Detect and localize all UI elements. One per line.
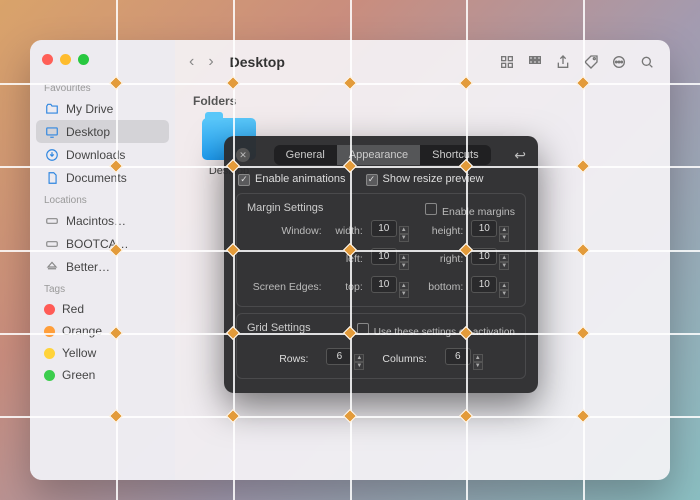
document-icon [44,170,59,185]
window-controls [36,50,169,77]
window-height-input[interactable]: 10 [471,220,497,237]
sidebar-item-documents[interactable]: Documents [36,166,169,189]
back-arrow-icon[interactable]: ↩ [514,147,526,164]
sidebar-item-macintosh[interactable]: Macintos… [36,209,169,232]
edge-left-input[interactable]: 10 [371,248,397,265]
zoom-icon[interactable] [78,54,89,65]
forward-button[interactable]: › [208,53,213,71]
sidebar-tag-orange[interactable]: Orange [36,320,169,342]
disk-icon [44,213,59,228]
disk-icon [44,236,59,251]
grid-settings-group: Grid Settings Use these settings on acti… [236,313,526,379]
search-button[interactable] [638,54,656,70]
folder-icon [44,101,59,116]
edge-right-input[interactable]: 10 [471,248,497,265]
action-button[interactable] [610,54,628,70]
group-button[interactable] [526,54,544,70]
sidebar-item-bootcamp[interactable]: BOOTCA… [36,232,169,255]
sidebar-item-desktop[interactable]: Desktop [36,120,169,143]
section-tags: Tags [36,278,169,298]
finder-sidebar: Favourites My Drive Desktop Downloads Do… [30,40,175,480]
close-icon[interactable] [42,54,53,65]
window-title: Desktop [230,54,285,70]
stepper[interactable]: ▲▼ [354,354,364,370]
window-width-input[interactable]: 10 [371,220,397,237]
enable-margins-checkbox[interactable]: Enable margins [425,203,515,218]
edge-bottom-input[interactable]: 10 [471,276,497,293]
stepper[interactable]: ▲▼ [399,282,409,298]
stepper[interactable]: ▲▼ [499,226,509,242]
back-button[interactable]: ‹ [189,53,194,71]
sidebar-tag-red[interactable]: Red [36,298,169,320]
tab-bar: General Appearance Shortcuts [274,145,491,165]
rows-input[interactable]: 6 [326,348,352,365]
preferences-panel: ✕ General Appearance Shortcuts ↩ ✓Enable… [224,136,538,393]
use-on-activation-checkbox[interactable]: Use these settings on activation [357,323,515,338]
tag-dot-icon [44,348,55,359]
margin-settings-group: Margin Settings Enable margins Window: w… [236,193,526,307]
close-icon[interactable]: ✕ [236,148,250,162]
margin-title: Margin Settings [247,202,323,214]
stepper[interactable]: ▲▼ [499,254,509,270]
tab-general[interactable]: General [274,145,337,165]
stepper[interactable]: ▲▼ [399,254,409,270]
view-icons-button[interactable] [498,54,516,70]
download-icon [44,147,59,162]
stepper[interactable]: ▲▼ [399,226,409,242]
tab-appearance[interactable]: Appearance [337,145,420,165]
columns-input[interactable]: 6 [445,348,471,365]
section-favourites: Favourites [36,77,169,97]
content-heading: Folders [193,94,652,108]
tag-dot-icon [44,370,55,381]
section-locations: Locations [36,189,169,209]
sidebar-item-better[interactable]: Better… [36,255,169,278]
tag-dot-icon [44,326,55,337]
tab-shortcuts[interactable]: Shortcuts [420,145,490,165]
finder-toolbar: ‹ › Desktop [175,40,670,84]
grid-title: Grid Settings [247,322,311,334]
show-resize-preview-checkbox[interactable]: ✓Show resize preview [366,173,484,186]
enable-animations-checkbox[interactable]: ✓Enable animations [238,173,346,186]
share-button[interactable] [554,54,572,70]
minimize-icon[interactable] [60,54,71,65]
sidebar-item-downloads[interactable]: Downloads [36,143,169,166]
tag-button[interactable] [582,54,600,70]
sidebar-tag-yellow[interactable]: Yellow [36,342,169,364]
stepper[interactable]: ▲▼ [473,354,483,370]
sidebar-tag-green[interactable]: Green [36,364,169,386]
tag-dot-icon [44,304,55,315]
eject-icon [44,259,59,274]
stepper[interactable]: ▲▼ [499,282,509,298]
edge-top-input[interactable]: 10 [371,276,397,293]
sidebar-item-my-drive[interactable]: My Drive [36,97,169,120]
desktop-icon [44,124,59,139]
